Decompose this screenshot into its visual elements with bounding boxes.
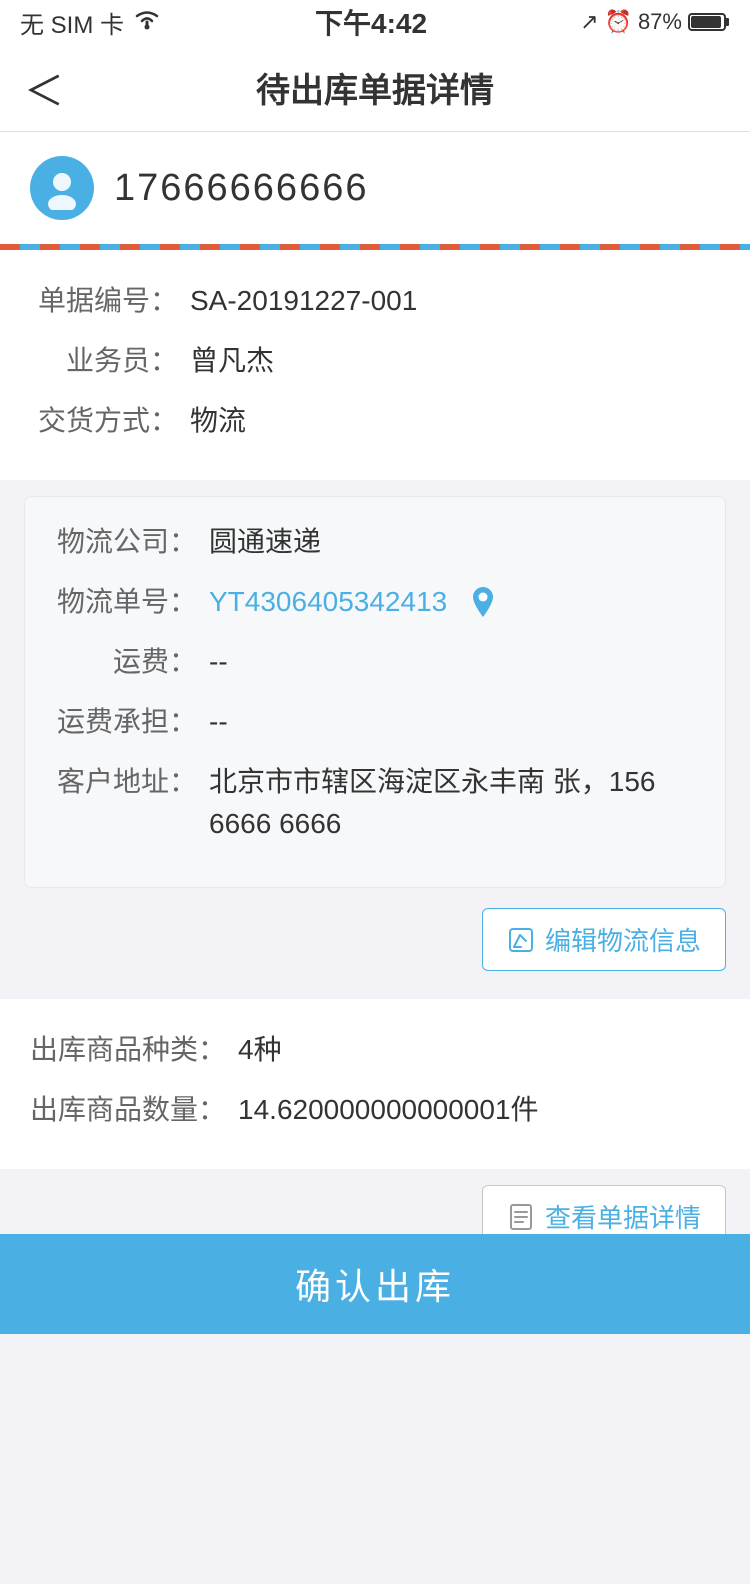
doc-no-value: SA-20191227-001 — [190, 280, 720, 322]
location-pin-icon[interactable] — [463, 582, 503, 622]
logistics-tracking-label: 物流单号： — [49, 581, 209, 623]
freight-bear-row: 运费承担： -- — [49, 701, 701, 743]
delivery-value: 物流 — [190, 400, 720, 442]
goods-types-value: 4种 — [238, 1029, 720, 1071]
content: 17666666666 单据编号： SA-20191227-001 业务员： 曾… — [0, 132, 750, 1584]
address-row: 客户地址： 北京市市辖区海淀区永丰南 张，156 6666 6666 — [49, 761, 701, 845]
wifi-icon — [132, 8, 162, 37]
salesman-label: 业务员： — [30, 340, 190, 382]
document-icon — [507, 1203, 535, 1231]
logistics-tracking-value: YT43064053424​13 — [209, 581, 447, 623]
goods-types-label: 出库商品种类： — [30, 1029, 238, 1071]
edit-logistics-container: 编辑物流信息 — [24, 908, 726, 971]
section-divider — [0, 987, 750, 999]
location-status-icon: ↗ — [580, 9, 598, 35]
tracking-with-icon: YT43064053424​13 — [209, 581, 503, 623]
carrier-text: 无 SIM 卡 — [20, 5, 124, 40]
basic-info-section: 单据编号： SA-20191227-001 业务员： 曾凡杰 交货方式： 物流 — [0, 250, 750, 480]
logistics-tracking-row: 物流单号： YT43064053424​13 — [49, 581, 701, 623]
status-left: 无 SIM 卡 — [20, 5, 162, 40]
delivery-row: 交货方式： 物流 — [30, 400, 720, 442]
doc-no-row: 单据编号： SA-20191227-001 — [30, 280, 720, 322]
user-phone: 17666666666 — [114, 167, 368, 210]
logistics-company-row: 物流公司： 圆通速递 — [49, 521, 701, 563]
logistics-card: 物流公司： 圆通速递 物流单号： YT43064053424​13 运费： --… — [24, 496, 726, 888]
salesman-value: 曾凡杰 — [190, 340, 720, 382]
delivery-label: 交货方式： — [30, 400, 190, 442]
freight-bear-label: 运费承担： — [49, 701, 209, 743]
user-card: 17666666666 — [0, 132, 750, 244]
freight-label: 运费： — [49, 641, 209, 683]
edit-logistics-label: 编辑物流信息 — [545, 921, 701, 958]
status-right: ↗ ⏰ 87% — [580, 9, 730, 35]
salesman-row: 业务员： 曾凡杰 — [30, 340, 720, 382]
back-button[interactable]: ＜ — [24, 59, 64, 117]
goods-quantity-label: 出库商品数量： — [30, 1089, 238, 1131]
page-title: 待出库单据详情 — [256, 63, 494, 112]
alarm-icon: ⏰ — [605, 9, 632, 35]
logistics-company-label: 物流公司： — [49, 521, 209, 563]
address-label: 客户地址： — [49, 761, 209, 803]
address-value: 北京市市辖区海淀区永丰南 张，156 6666 6666 — [209, 761, 701, 845]
edit-icon — [507, 926, 535, 954]
logistics-company-value: 圆通速递 — [209, 521, 701, 563]
confirm-button-label: 确认出库 — [295, 1258, 455, 1310]
freight-value: -- — [209, 641, 701, 683]
nav-bar: ＜ 待出库单据详情 — [0, 44, 750, 132]
time-display: 下午4:42 — [315, 2, 427, 42]
freight-bear-value: -- — [209, 701, 701, 743]
view-detail-label: 查看单据详情 — [545, 1198, 701, 1235]
goods-types-row: 出库商品种类： 4种 — [30, 1029, 720, 1071]
status-bar: 无 SIM 卡 下午4:42 ↗ ⏰ 87% — [0, 0, 750, 44]
confirm-button[interactable]: 确认出库 — [0, 1234, 750, 1334]
goods-quantity-value: 14.620000000000001件 — [238, 1089, 720, 1131]
freight-row: 运费： -- — [49, 641, 701, 683]
battery-icon — [688, 11, 730, 33]
battery-text: 87% — [638, 9, 682, 35]
avatar — [30, 156, 94, 220]
goods-quantity-row: 出库商品数量： 14.620000000000001件 — [30, 1089, 720, 1131]
edit-logistics-button[interactable]: 编辑物流信息 — [482, 908, 726, 971]
stats-section: 出库商品种类： 4种 出库商品数量： 14.620000000000001件 — [0, 999, 750, 1169]
doc-no-label: 单据编号： — [30, 280, 190, 322]
